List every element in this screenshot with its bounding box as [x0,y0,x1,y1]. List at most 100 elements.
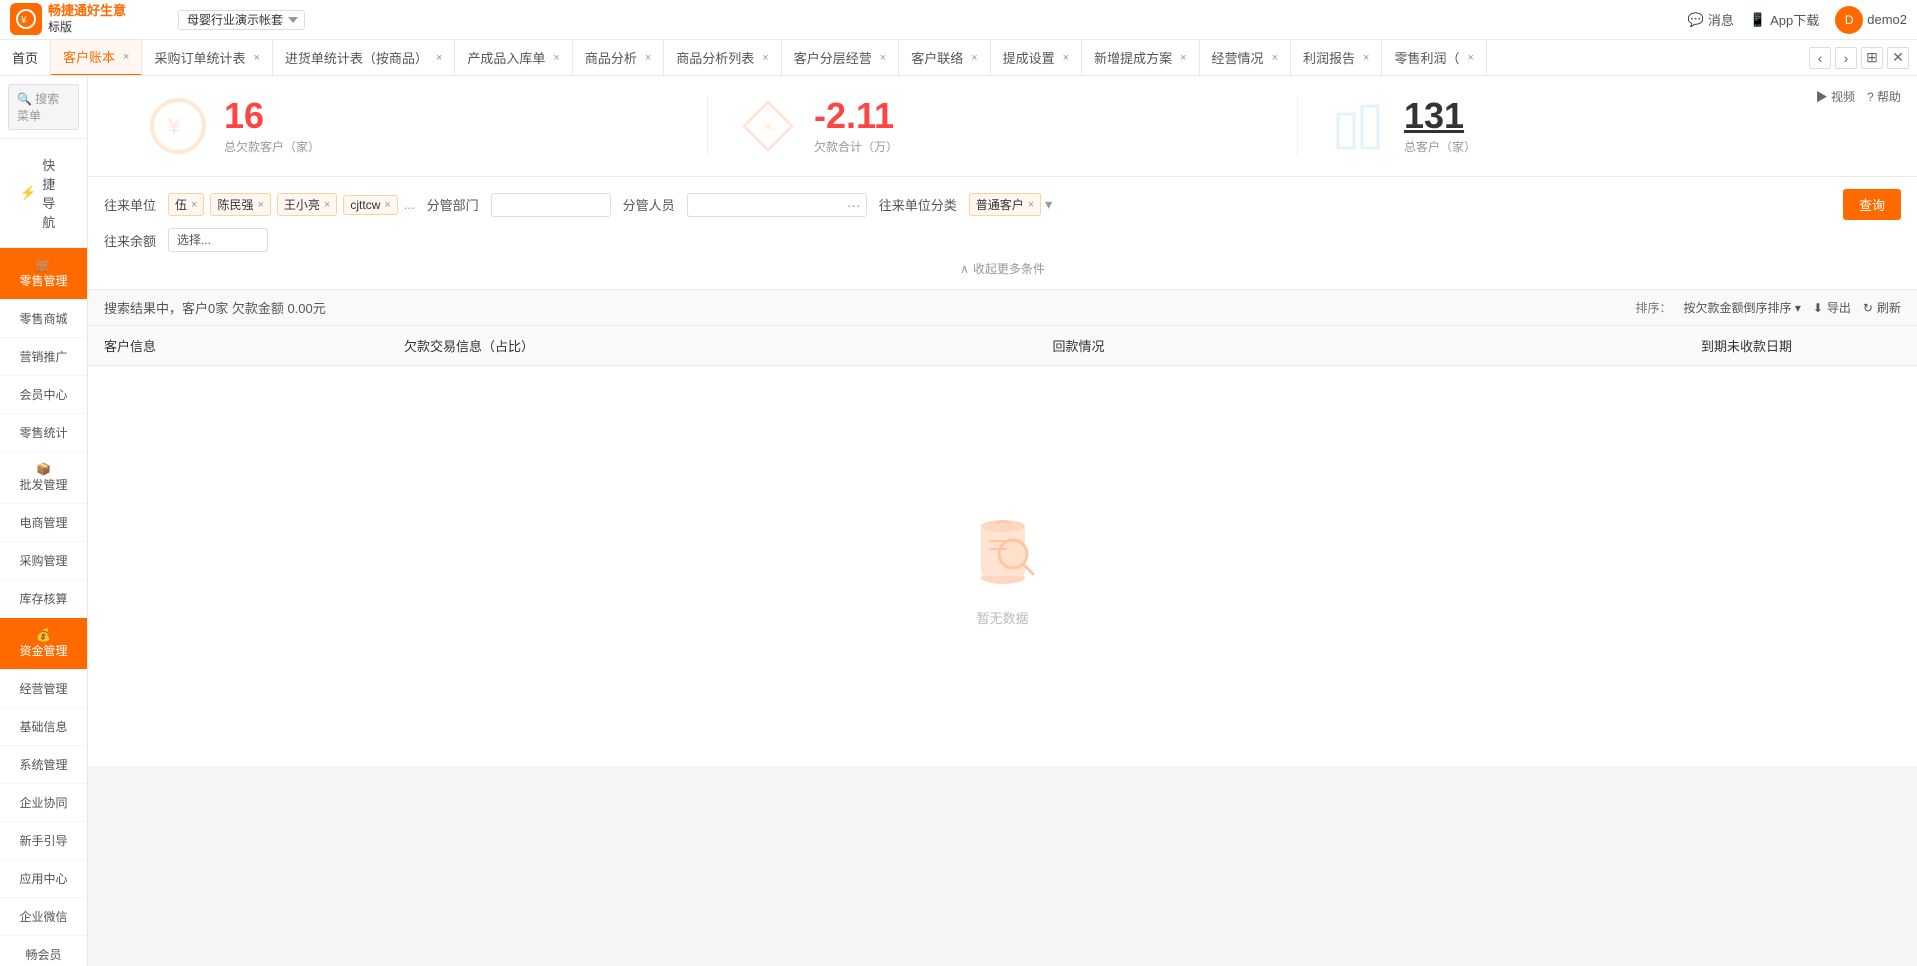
table-body: 暂无数据 [88,366,1917,766]
tag-chen-remove[interactable]: × [257,199,263,211]
more-tags-btn[interactable]: ... [404,197,415,212]
tab-customer-contact[interactable]: 客户联络 × [899,40,990,76]
tag-wang-remove[interactable]: × [324,199,330,211]
sidebar-item-basic[interactable]: 基础信息 [0,708,87,746]
sidebar-item-operations[interactable]: 经营管理 [0,670,87,708]
tab-more[interactable]: ⊞ [1861,47,1883,69]
message-btn[interactable]: 💬 消息 [1688,10,1734,29]
sidebar-item-wechat[interactable]: 企业微信 [0,898,87,936]
person-input[interactable] [687,193,867,217]
unit-tag-chen: 陈民强 × [210,193,270,216]
sidebar-item-retail-store[interactable]: 零售商城 [0,300,87,338]
tab-retail-profit[interactable]: 零售利润（ × [1382,40,1486,76]
tab-customer-layer[interactable]: 客户分层经营 × [782,40,899,76]
close-icon[interactable]: × [253,52,259,64]
app-download-btn[interactable]: 📱 App下载 [1750,10,1819,29]
finance-icon: 💰 [0,628,87,642]
tab-production[interactable]: 产成品入库单 × [455,40,572,76]
purchase-order-label: 采购订单统计表 [154,48,245,67]
tag-cj-label: cjttcw [350,198,380,212]
sidebar-item-retail-stats[interactable]: 零售统计 [0,414,87,452]
sidebar-search-area: 🔍 搜索菜单 [0,76,87,139]
close-icon[interactable]: × [1063,52,1069,64]
balance-select-wrap: 选择... [168,228,268,252]
close-icon[interactable]: × [553,52,559,64]
finance-label: 资金管理 [0,642,87,659]
sidebar-item-system[interactable]: 系统管理 [0,746,87,784]
search-menu-btn[interactable]: 🔍 搜索菜单 [8,84,79,130]
tab-product-analysis[interactable]: 商品分析 × [573,40,664,76]
tab-profit[interactable]: 利润报告 × [1291,40,1382,76]
tab-scroll-left[interactable]: ‹ [1809,47,1831,69]
help-btn[interactable]: ? 帮助 [1867,88,1901,105]
stat-label-customers: 总欠款客户（家） [224,138,677,155]
marketing-label: 营销推广 [0,348,87,365]
sort-select[interactable]: 按欠款金额倒序排序 ▾ [1683,299,1800,316]
tab-new-commission[interactable]: 新增提成方案 × [1082,40,1199,76]
tab-business[interactable]: 经营情况 × [1200,40,1291,76]
sidebar-item-vip[interactable]: 畅会员 [0,936,87,966]
tag-wu-remove[interactable]: × [191,199,197,211]
refresh-btn[interactable]: ↻ 刷新 [1863,299,1901,316]
member-label: 会员中心 [0,386,87,403]
sidebar-item-guide[interactable]: 新手引导 [0,822,87,860]
stat-value-total: 131 [1404,98,1857,134]
sidebar-item-collab[interactable]: 企业协同 [0,784,87,822]
close-icon[interactable]: × [1180,52,1186,64]
close-icon[interactable]: × [436,52,442,64]
empty-text: 暂无数据 [976,608,1028,627]
balance-select[interactable]: 选择... [168,228,268,252]
close-icon[interactable]: × [123,51,129,63]
close-icon[interactable]: × [645,52,651,64]
sidebar-item-marketing[interactable]: 营销推广 [0,338,87,376]
quick-nav-btn[interactable]: ⚡ 快捷导航 [8,147,79,239]
close-icon[interactable]: × [1363,52,1369,64]
guide-label: 新手引导 [0,832,87,849]
export-btn[interactable]: ⬇ 导出 [1813,299,1851,316]
results-info: 搜索结果中，客户0家 欠款金额 0.00元 [104,298,326,317]
video-btn[interactable]: ▶ 视频 [1816,88,1855,105]
workspace-select[interactable]: 母婴行业演示帐套 [178,10,305,30]
sidebar-item-member[interactable]: 会员中心 [0,376,87,414]
close-icon[interactable]: × [1467,52,1473,64]
sidebar-item-wholesale[interactable]: 📦 批发管理 [0,452,87,504]
sidebar-item-finance[interactable]: 💰 资金管理 [0,618,87,670]
empty-illustration [958,506,1048,596]
dept-select[interactable] [491,193,611,217]
svg-text:¥: ¥ [20,15,27,26]
stat-label-total: 总客户（家） [1404,138,1857,155]
table-header: 客户信息 欠款交易信息（占比） 回款情况 到期未收款日期 [88,326,1917,366]
stat-card-debt: ✕ -2.11 欠款合计（万） [708,96,1298,156]
query-btn[interactable]: 查询 [1843,189,1901,220]
tab-product-list[interactable]: 商品分析列表 × [664,40,781,76]
tab-scroll-right[interactable]: › [1835,47,1857,69]
sidebar-item-retail[interactable]: 🛒 零售管理 [0,248,87,300]
tab-customer-ledger[interactable]: 客户账本 × [51,40,142,76]
tab-close-all[interactable]: ✕ [1887,47,1909,69]
system-label: 系统管理 [0,756,87,773]
user-area[interactable]: D demo2 [1835,6,1907,34]
close-icon[interactable]: × [971,52,977,64]
tab-purchase-stats[interactable]: 进货单统计表（按商品） × [273,40,455,76]
sidebar-item-apps[interactable]: 应用中心 [0,860,87,898]
sidebar-item-purchase[interactable]: 采购管理 [0,542,87,580]
stat-value-debt: -2.11 [814,98,1267,134]
tab-home[interactable]: 首页 [0,40,51,76]
customer-layer-label: 客户分层经营 [794,48,872,67]
close-icon[interactable]: × [762,52,768,64]
tab-commission-settings[interactable]: 提成设置 × [991,40,1082,76]
profit-label: 利润报告 [1303,48,1355,67]
close-icon[interactable]: × [1272,52,1278,64]
sidebar-item-ecommerce[interactable]: 电商管理 [0,504,87,542]
collapse-btn[interactable]: ∧ 收起更多条件 [960,260,1045,277]
tag-cj-remove[interactable]: × [384,199,390,211]
sidebar-item-inventory[interactable]: 库存核算 [0,580,87,618]
collab-label: 企业协同 [0,794,87,811]
svg-text:✕: ✕ [762,118,774,134]
close-icon[interactable]: × [880,52,886,64]
person-more-btn[interactable]: ··· [847,197,861,213]
unit-type-arrow[interactable]: ▾ [1045,196,1052,213]
tab-purchase-order[interactable]: 采购订单统计表 × [142,40,272,76]
video-label: 视频 [1831,90,1855,104]
unit-type-remove[interactable]: × [1028,199,1034,211]
